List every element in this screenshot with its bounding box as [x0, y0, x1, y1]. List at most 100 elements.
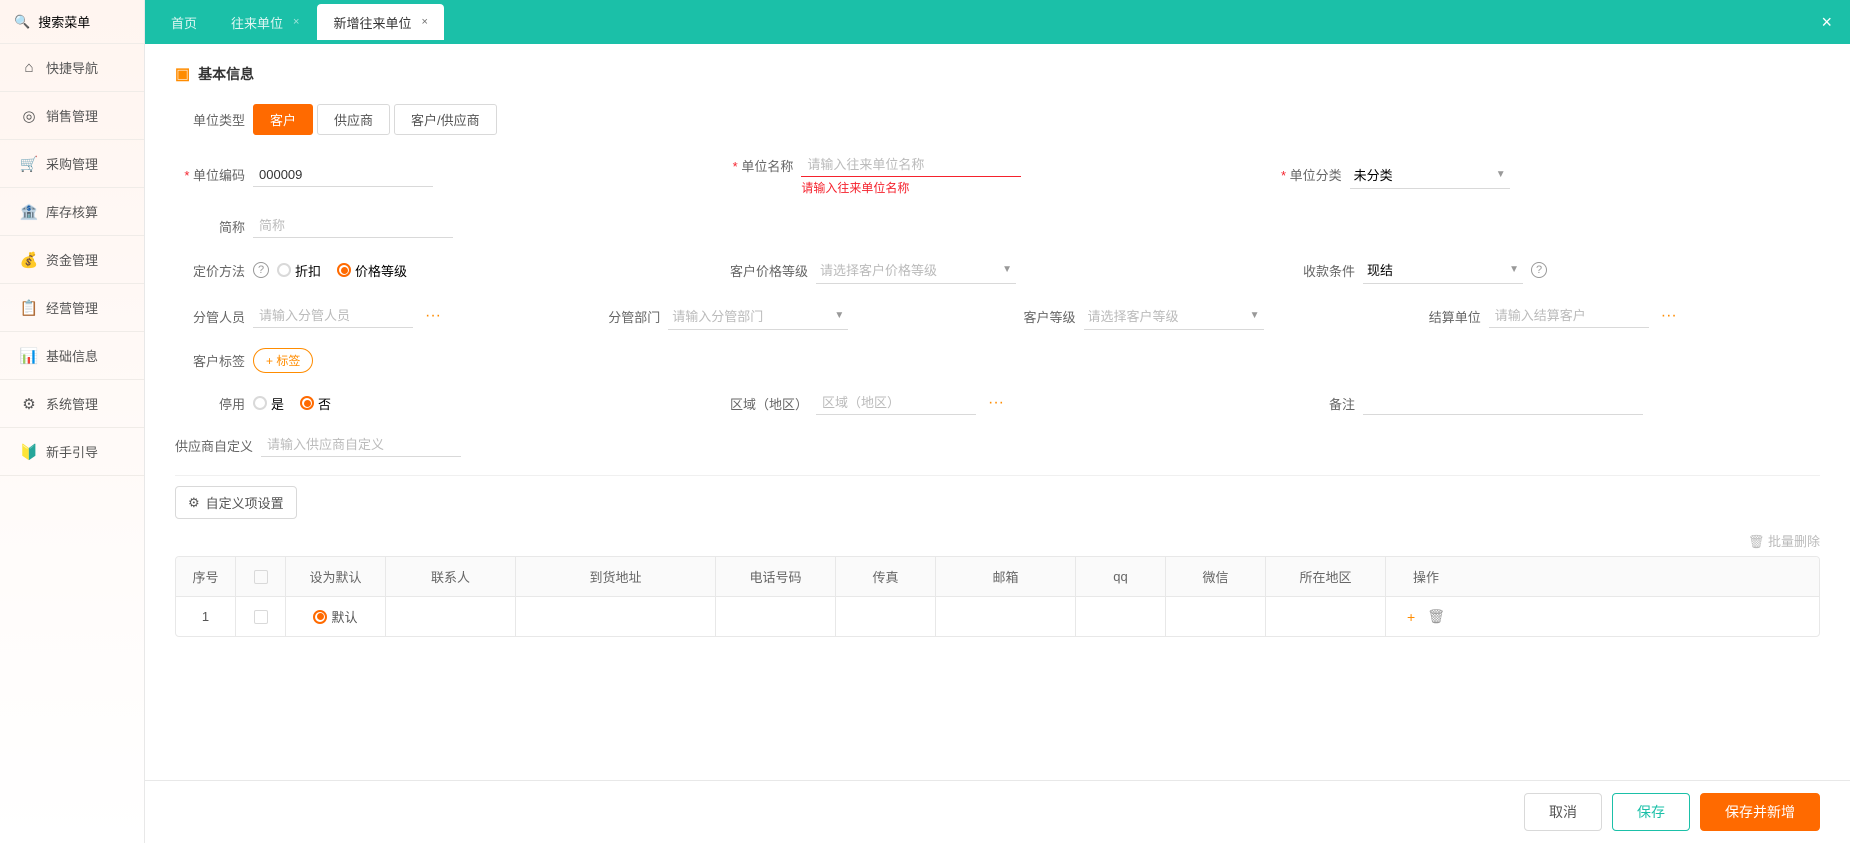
- unit-type-supplier-btn[interactable]: 供应商: [317, 104, 390, 135]
- contact-table: 序号 设为默认 联系人 到货地址 电话号码 传真 邮箱 qq 微信 所在地区 操…: [175, 556, 1820, 637]
- td-address[interactable]: [516, 597, 716, 636]
- td-phone[interactable]: [716, 597, 836, 636]
- disabled-yes-radio[interactable]: 是: [253, 394, 284, 413]
- sidebar-item-basic-info[interactable]: 📊 基础信息: [0, 332, 144, 380]
- sidebar-label-inventory: 库存核算: [46, 202, 98, 221]
- abbreviation-label: 简称: [175, 217, 245, 236]
- pricing-discount-radio[interactable]: 折扣: [277, 261, 321, 280]
- section-basic-info-title: ▣ 基本信息: [175, 64, 1820, 84]
- tab-new-contact-close[interactable]: ×: [421, 16, 427, 28]
- td-region[interactable]: [1266, 597, 1386, 636]
- td-qq[interactable]: [1076, 597, 1166, 636]
- sidebar-item-operations[interactable]: 📋 经营管理: [0, 284, 144, 332]
- save-new-button[interactable]: 保存并新增: [1700, 793, 1820, 831]
- add-row-btn[interactable]: +: [1403, 609, 1419, 625]
- discount-label: 折扣: [295, 261, 321, 280]
- th-address: 到货地址: [516, 557, 716, 596]
- unit-name-input[interactable]: [801, 153, 1021, 177]
- settlement-unit-more-btn[interactable]: ···: [1657, 307, 1681, 325]
- region-table-input[interactable]: [1274, 609, 1377, 624]
- unit-type-customer-btn[interactable]: 客户: [253, 104, 313, 135]
- manager-input[interactable]: [253, 304, 413, 328]
- wechat-input[interactable]: [1174, 609, 1257, 624]
- pricing-help-icon[interactable]: ?: [253, 262, 269, 278]
- system-icon: ⚙: [20, 395, 38, 413]
- supplier-custom-input[interactable]: [261, 433, 461, 457]
- remark-label: 备注: [1285, 394, 1355, 413]
- sidebar-item-finance[interactable]: 💰 资金管理: [0, 236, 144, 284]
- tab-new-contact[interactable]: 新增往来单位 ×: [317, 4, 443, 40]
- region-more-btn[interactable]: ···: [984, 394, 1008, 412]
- remark-group: 备注: [1285, 391, 1820, 415]
- save-button[interactable]: 保存: [1612, 793, 1690, 831]
- payment-terms-arrow: ▼: [1509, 264, 1519, 275]
- tab-contacts-label: 往来单位: [231, 13, 283, 32]
- tab-home[interactable]: 首页: [155, 4, 213, 40]
- row-default-radio[interactable]: 默认: [313, 607, 357, 626]
- manager-more-btn[interactable]: ···: [421, 307, 445, 325]
- tab-contacts-close[interactable]: ×: [293, 16, 299, 28]
- phone-input[interactable]: [724, 609, 827, 624]
- window-close-button[interactable]: ×: [1813, 8, 1840, 37]
- td-email[interactable]: [936, 597, 1076, 636]
- row-checkbox[interactable]: [254, 610, 268, 624]
- delete-row-btn[interactable]: 🗑: [1423, 608, 1449, 625]
- department-placeholder: 请输入分管部门: [668, 302, 783, 329]
- fax-input[interactable]: [844, 609, 927, 624]
- add-tag-btn[interactable]: + 标签: [253, 348, 313, 373]
- disabled-group: 停用 是 否: [175, 394, 710, 413]
- sidebar-item-purchase[interactable]: 🛒 采购管理: [0, 140, 144, 188]
- th-action: 操作: [1386, 557, 1466, 596]
- table-header: 序号 设为默认 联系人 到货地址 电话号码 传真 邮箱 qq 微信 所在地区 操…: [176, 557, 1819, 597]
- sidebar-label-operations: 经营管理: [46, 298, 98, 317]
- supplier-custom-row: 供应商自定义: [175, 433, 1820, 457]
- section-icon: ▣: [175, 64, 190, 84]
- table-header-checkbox[interactable]: [254, 570, 268, 584]
- department-select[interactable]: 请输入分管部门 ▼: [668, 302, 848, 330]
- disabled-no-radio[interactable]: 否: [300, 394, 331, 413]
- settlement-unit-input[interactable]: [1489, 304, 1649, 328]
- customer-price-level-group: 客户价格等级 请选择客户价格等级 ▼: [730, 256, 1265, 284]
- customer-level-select[interactable]: 请选择客户等级 ▼: [1084, 302, 1264, 330]
- region-input[interactable]: [816, 391, 976, 415]
- qq-input[interactable]: [1084, 609, 1157, 624]
- td-default: 默认: [286, 597, 386, 636]
- tab-new-contact-label: 新增往来单位: [333, 13, 411, 32]
- payment-terms-select[interactable]: 现结 ▼: [1363, 256, 1523, 284]
- sidebar-item-system[interactable]: ⚙ 系统管理: [0, 380, 144, 428]
- tab-contacts[interactable]: 往来单位 ×: [215, 4, 315, 40]
- td-contact[interactable]: [386, 597, 516, 636]
- th-contact: 联系人: [386, 557, 516, 596]
- code-name-category-row: 单位编码 单位名称 请输入往来单位名称 单位分类 未分类 ▼: [175, 153, 1820, 196]
- sidebar-item-inventory[interactable]: 🏦 库存核算: [0, 188, 144, 236]
- unit-code-group: 单位编码: [175, 163, 723, 187]
- payment-terms-help[interactable]: ?: [1531, 262, 1547, 278]
- payment-terms-label: 收款条件: [1285, 261, 1355, 280]
- operations-icon: 📋: [20, 299, 38, 317]
- remark-input[interactable]: [1363, 391, 1643, 415]
- unit-code-input[interactable]: [253, 163, 433, 187]
- discount-circle: [277, 263, 291, 277]
- unit-type-both-btn[interactable]: 客户/供应商: [394, 104, 497, 135]
- contact-input[interactable]: [394, 609, 507, 624]
- sidebar-item-guide[interactable]: 🔰 新手引导: [0, 428, 144, 476]
- cancel-button[interactable]: 取消: [1524, 793, 1602, 831]
- batch-delete-btn[interactable]: 🗑 批量删除: [1748, 534, 1820, 549]
- sidebar-item-quick-nav[interactable]: ⌂ 快捷导航: [0, 44, 144, 92]
- sidebar-item-sales[interactable]: ◎ 销售管理: [0, 92, 144, 140]
- custom-settings-btn[interactable]: ⚙ 自定义项设置: [175, 486, 297, 519]
- td-fax[interactable]: [836, 597, 936, 636]
- address-input[interactable]: [524, 609, 707, 624]
- sidebar-label-quick-nav: 快捷导航: [46, 58, 98, 77]
- pricing-level-radio[interactable]: 价格等级: [337, 261, 407, 280]
- unit-category-select-wrapper[interactable]: 未分类 ▼: [1350, 161, 1510, 189]
- th-seq: 序号: [176, 557, 236, 596]
- customer-price-level-select[interactable]: 请选择客户价格等级 ▼: [816, 256, 1016, 284]
- td-wechat[interactable]: [1166, 597, 1266, 636]
- unit-category-arrow: ▼: [1496, 169, 1506, 180]
- unit-name-group: 单位名称 请输入往来单位名称: [723, 153, 1271, 196]
- email-input[interactable]: [944, 609, 1067, 624]
- basic-info-icon: 📊: [20, 347, 38, 365]
- sidebar-search[interactable]: 🔍 搜索菜单: [0, 0, 144, 44]
- abbreviation-input[interactable]: [253, 214, 453, 238]
